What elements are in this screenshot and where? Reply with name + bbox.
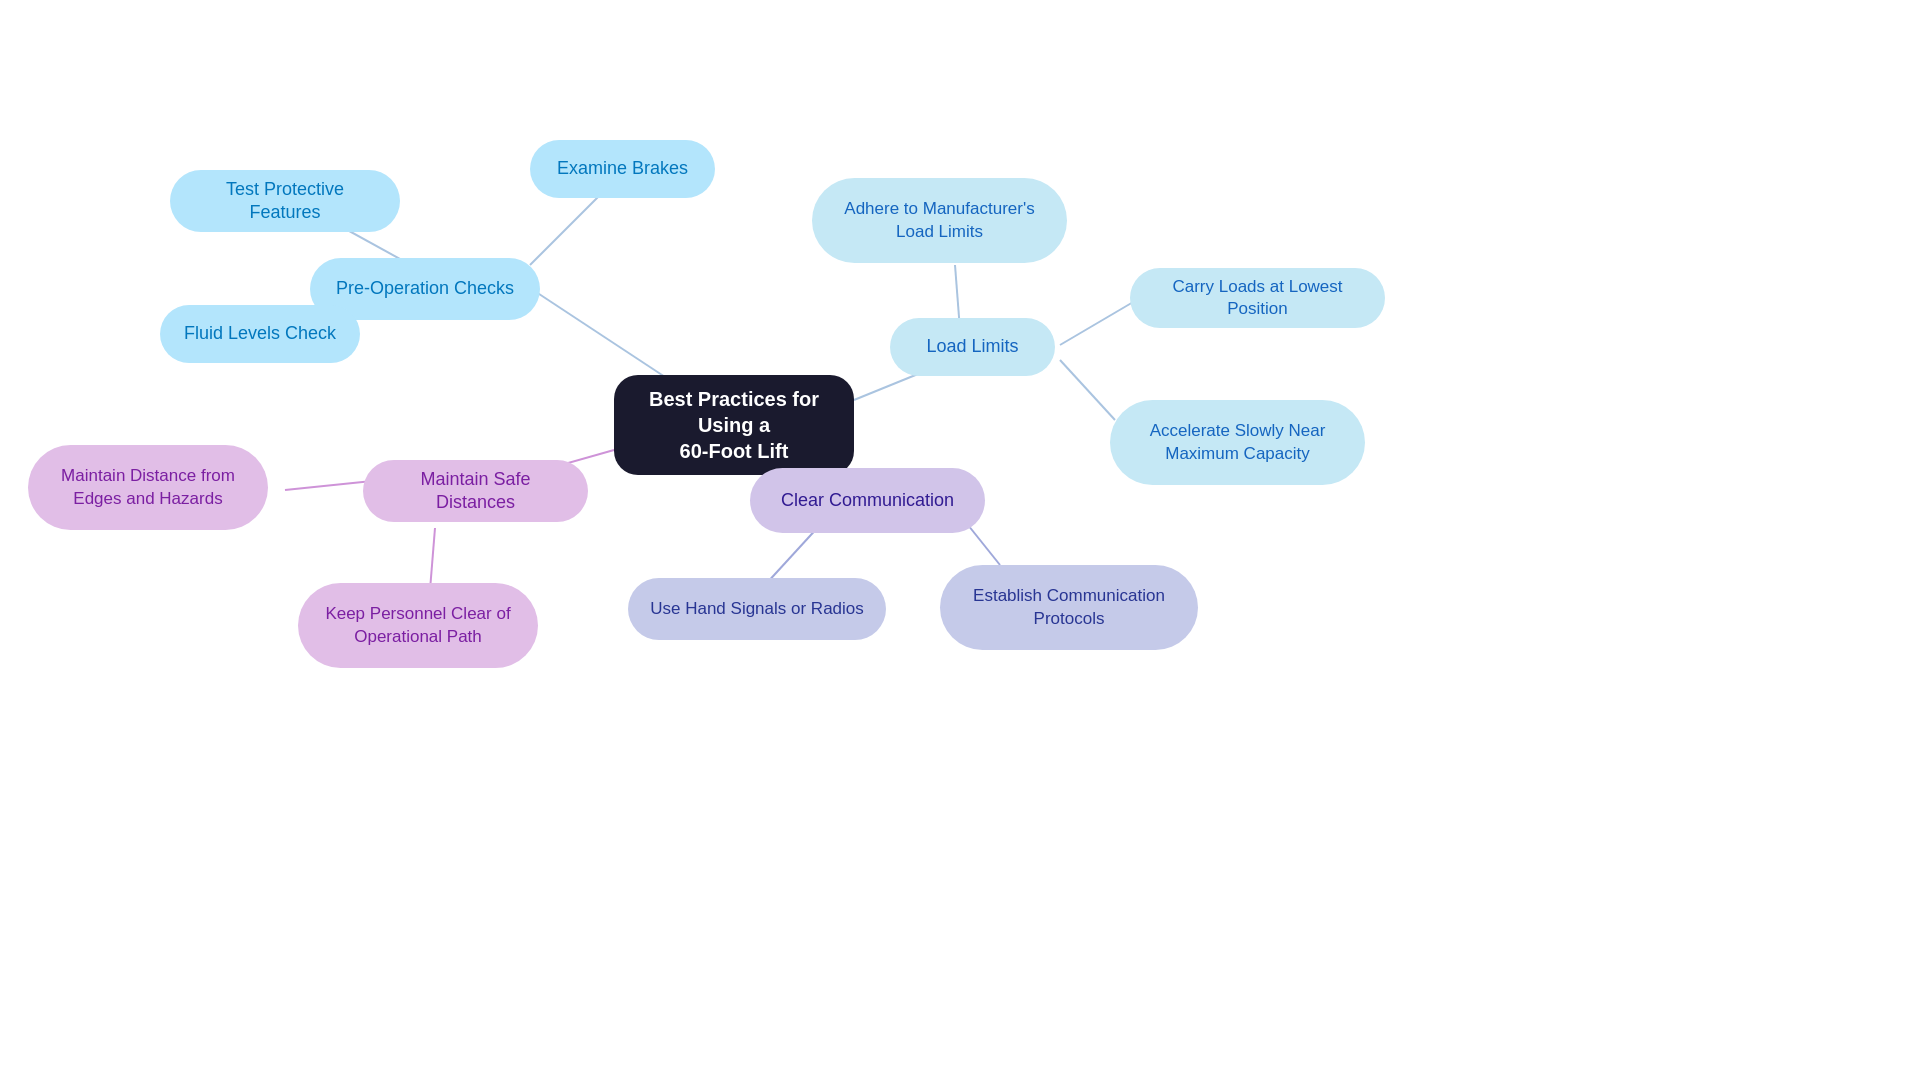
establish-comm-label: Establish Communication Protocols: [960, 585, 1178, 629]
accelerate-slowly-node: Accelerate Slowly Near Maximum Capacity: [1110, 400, 1365, 485]
test-protective-label: Test Protective Features: [190, 178, 380, 225]
use-hand-signals-label: Use Hand Signals or Radios: [650, 598, 864, 620]
examine-brakes-node: Examine Brakes: [530, 140, 715, 198]
adhere-manufacturer-node: Adhere to Manufacturer's Load Limits: [812, 178, 1067, 263]
load-limits-node: Load Limits: [890, 318, 1055, 376]
keep-personnel-label: Keep Personnel Clear of Operational Path: [318, 603, 518, 647]
svg-line-6: [1060, 298, 1140, 345]
use-hand-signals-node: Use Hand Signals or Radios: [628, 578, 886, 640]
maintain-distance-edges-label: Maintain Distance from Edges and Hazards: [48, 465, 248, 509]
establish-comm-node: Establish Communication Protocols: [940, 565, 1198, 650]
adhere-manufacturer-label: Adhere to Manufacturer's Load Limits: [832, 198, 1047, 242]
maintain-safe-distances-label: Maintain Safe Distances: [383, 468, 568, 515]
center-label: Best Practices for Using a 60-Foot Lift: [634, 386, 834, 464]
maintain-distance-edges-node: Maintain Distance from Edges and Hazards: [28, 445, 268, 530]
keep-personnel-node: Keep Personnel Clear of Operational Path: [298, 583, 538, 668]
svg-line-7: [1060, 360, 1115, 420]
center-node: Best Practices for Using a 60-Foot Lift: [614, 375, 854, 475]
accelerate-slowly-label: Accelerate Slowly Near Maximum Capacity: [1130, 420, 1345, 464]
carry-loads-node: Carry Loads at Lowest Position: [1130, 268, 1385, 328]
fluid-levels-node: Fluid Levels Check: [160, 305, 360, 363]
svg-line-10: [430, 528, 435, 590]
test-protective-node: Test Protective Features: [170, 170, 400, 232]
pre-operation-label: Pre-Operation Checks: [336, 277, 514, 300]
load-limits-label: Load Limits: [926, 335, 1018, 358]
clear-communication-node: Clear Communication: [750, 468, 985, 533]
clear-communication-label: Clear Communication: [781, 489, 954, 512]
maintain-safe-distances-node: Maintain Safe Distances: [363, 460, 588, 522]
svg-line-12: [765, 525, 820, 585]
fluid-levels-label: Fluid Levels Check: [184, 322, 336, 345]
examine-brakes-label: Examine Brakes: [557, 157, 688, 180]
carry-loads-label: Carry Loads at Lowest Position: [1150, 276, 1365, 320]
